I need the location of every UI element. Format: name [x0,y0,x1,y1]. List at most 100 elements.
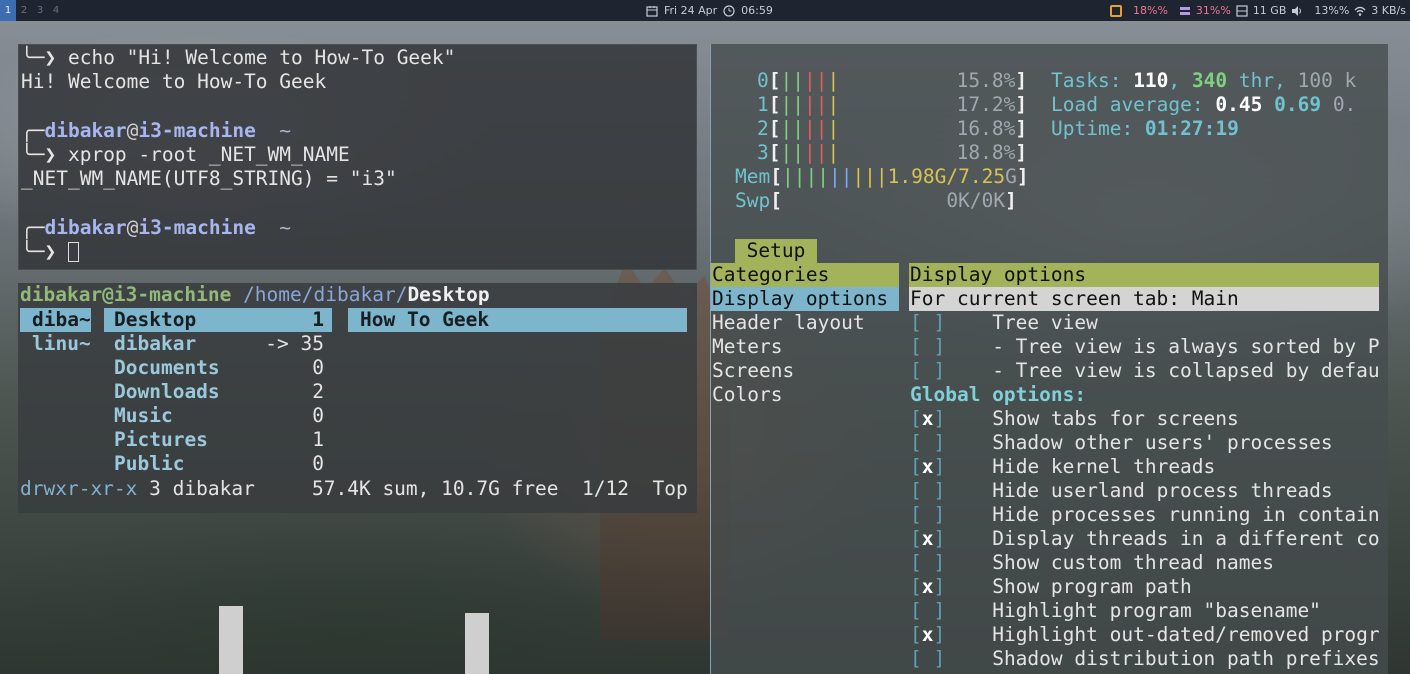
wifi-icon[interactable] [1354,5,1366,17]
global-options-heading: Global options: [910,383,1087,406]
option-hide-kernel[interactable]: [x] Hide kernel threads [910,455,1215,479]
command-output: _NET_WM_NAME(UTF8_STRING) = "i3" [21,167,397,190]
clock-block[interactable]: Fri 24 Apr 06:59 [646,0,773,21]
disk-summary: 57.4K sum, 10.7G free 1/12 Top [312,477,688,500]
cpu-meter-3: 3[||||| 18.8%] [757,141,1028,164]
dir-item-pictures[interactable]: Pictures [114,428,208,452]
parent-item[interactable]: linu~ [32,332,91,356]
category-meters[interactable]: Meters [712,335,782,359]
volume-level: 13%% [1314,4,1350,17]
option-show-tabs[interactable]: [x] Show tabs for screens [910,407,1239,431]
tasks-meter: Tasks: 110, 340 thr, 100 k [1051,69,1357,92]
option-tree-collapsed[interactable]: [ ] - Tree view is collapsed by defau [910,359,1380,383]
prompt-dir: ~ [255,119,292,142]
prompt-line: ╭─dibakar@i3-machine ~ [21,119,291,143]
dir-count: 2 [312,380,324,403]
dir-item-desktop[interactable]: Desktop [114,308,196,332]
prompt-at: @ [126,119,139,142]
option-custom-thread-names[interactable]: [ ] Show custom thread names [910,551,1274,575]
date-label: Fri 24 Apr [664,4,718,17]
checkbox[interactable]: [ ] [910,431,945,454]
option-tree-sorted[interactable]: [ ] - Tree view is always sorted by P [910,335,1380,359]
prompt-arrow: ╰─❯ [21,46,68,69]
workspace-3[interactable]: 3 [32,0,48,21]
status-bar: 1 2 3 4 Fri 24 Apr 06:59 18%% 31%% 11 GB… [0,0,1410,21]
command-text: xprop -root _NET_WM_NAME [67,143,350,166]
disk-icon [1236,4,1248,17]
text-cursor [67,242,79,262]
category-screens[interactable]: Screens [712,359,794,383]
parent-item[interactable]: diba~ [32,308,91,332]
dir-item-downloads[interactable]: Downloads [114,380,220,404]
dir-item-public[interactable]: Public [114,452,184,476]
cpu-meter-1: 1[||||| 17.2%] [757,93,1028,116]
prompt-user: dibakar [44,216,127,239]
wallpaper-pillar-left [219,606,243,674]
ranger-current-dir: Desktop [407,283,490,306]
workspace-2[interactable]: 2 [16,0,32,21]
checkbox[interactable]: [ ] [910,647,945,670]
preview-item[interactable]: How To Geek [360,308,489,332]
checkbox[interactable]: [ ] [910,479,945,502]
checkbox[interactable]: [x] [910,575,945,598]
checkbox[interactable]: [ ] [910,359,945,382]
option-tree-view[interactable]: [ ] Tree view [910,311,1098,335]
system-tray: 18%% 31%% 11 GB 13%% 3 KB/s [1110,0,1406,21]
category-display-options[interactable]: Display options [712,287,888,311]
active-prompt[interactable]: ╰─❯ [21,240,79,264]
option-highlight-outdated[interactable]: [x] Highlight out-dated/removed progr [910,623,1380,647]
dir-item-dibakar[interactable]: dibakar [114,332,196,356]
panel-title: Display options [910,263,1087,286]
option-shadow-distribution[interactable]: [ ] Shadow distribution path prefixes [910,647,1380,671]
checkbox[interactable]: [x] [910,455,945,478]
terminal-shell[interactable]: ╰─❯ echo "Hi! Welcome to How-To Geek" Hi… [18,44,697,270]
checkbox[interactable]: [x] [910,623,945,646]
checkbox[interactable]: [ ] [910,599,945,622]
ranger-header: dibakar@i3-machine /home/dibakar/Desktop [20,283,490,307]
checkbox[interactable]: [x] [910,407,945,430]
prompt-at: @ [126,216,139,239]
command-output: Hi! Welcome to How-To Geek [21,70,327,93]
cpu-meter-0: 0[||||| 15.8%] [757,69,1028,92]
file-permissions: drwxr-xr-x [20,477,138,500]
prompt-line: ╭─dibakar@i3-machine ~ [21,216,291,240]
categories-header: Categories [712,263,830,286]
cpu-usage: 18%% [1133,4,1168,17]
prompt-host: i3-machine [138,216,256,239]
option-highlight-basename[interactable]: [ ] Highlight program "basename" [910,599,1321,623]
workspace-1[interactable]: 1 [0,0,16,21]
ranger-file-manager[interactable]: dibakar@i3-machine /home/dibakar/Desktop… [18,283,697,513]
panel-subtitle: For current screen tab: Main [910,287,1239,310]
htop-window[interactable]: 0[||||| 15.8%] 1[||||| 17.2%] 2[||||| 16… [710,44,1388,674]
dir-item-music[interactable]: Music [114,404,173,428]
category-header-layout[interactable]: Header layout [712,311,865,335]
cpu-meter-2: 2[||||| 16.8%] [757,117,1028,140]
option-display-threads[interactable]: [x] Display threads in a different co [910,527,1380,551]
dir-item-documents[interactable]: Documents [114,356,220,380]
wallpaper-pillar-right [465,613,489,674]
checkbox[interactable]: [ ] [910,503,945,526]
checkbox[interactable]: [ ] [910,551,945,574]
checkbox[interactable]: [ ] [910,335,945,358]
ram-usage: 31%% [1195,4,1231,17]
option-hide-containers[interactable]: [ ] Hide processes running in contain [910,503,1380,527]
category-colors[interactable]: Colors [712,383,782,407]
memory-icon [1179,6,1190,15]
ranger-status-line: drwxr-xr-x 3 dibakar 57.4K sum, 10.7G fre… [20,477,688,501]
command-text: echo "Hi! Welcome to How-To Geek" [67,46,456,69]
option-program-path[interactable]: [x] Show program path [910,575,1192,599]
terminal-line: ╰─❯ echo "Hi! Welcome to How-To Geek" [21,46,455,70]
tab-setup[interactable]: Setup [735,239,817,263]
checkbox[interactable]: [x] [910,527,945,550]
prompt-arrow: ╰─❯ [21,240,68,263]
disk-free: 11 GB [1252,4,1287,17]
uptime: Uptime: 01:27:19 [1051,117,1239,140]
prompt-user: dibakar [44,119,127,142]
checkbox[interactable]: [ ] [910,311,945,334]
ranger-user-host: dibakar@i3-machine [20,283,232,306]
volume-icon[interactable] [1291,5,1303,17]
option-shadow-users[interactable]: [ ] Shadow other users' processes [910,431,1333,455]
option-hide-userland[interactable]: [ ] Hide userland process threads [910,479,1333,503]
swap-meter: Swp[ 0K/0K] [735,189,1017,212]
workspace-4[interactable]: 4 [48,0,64,21]
